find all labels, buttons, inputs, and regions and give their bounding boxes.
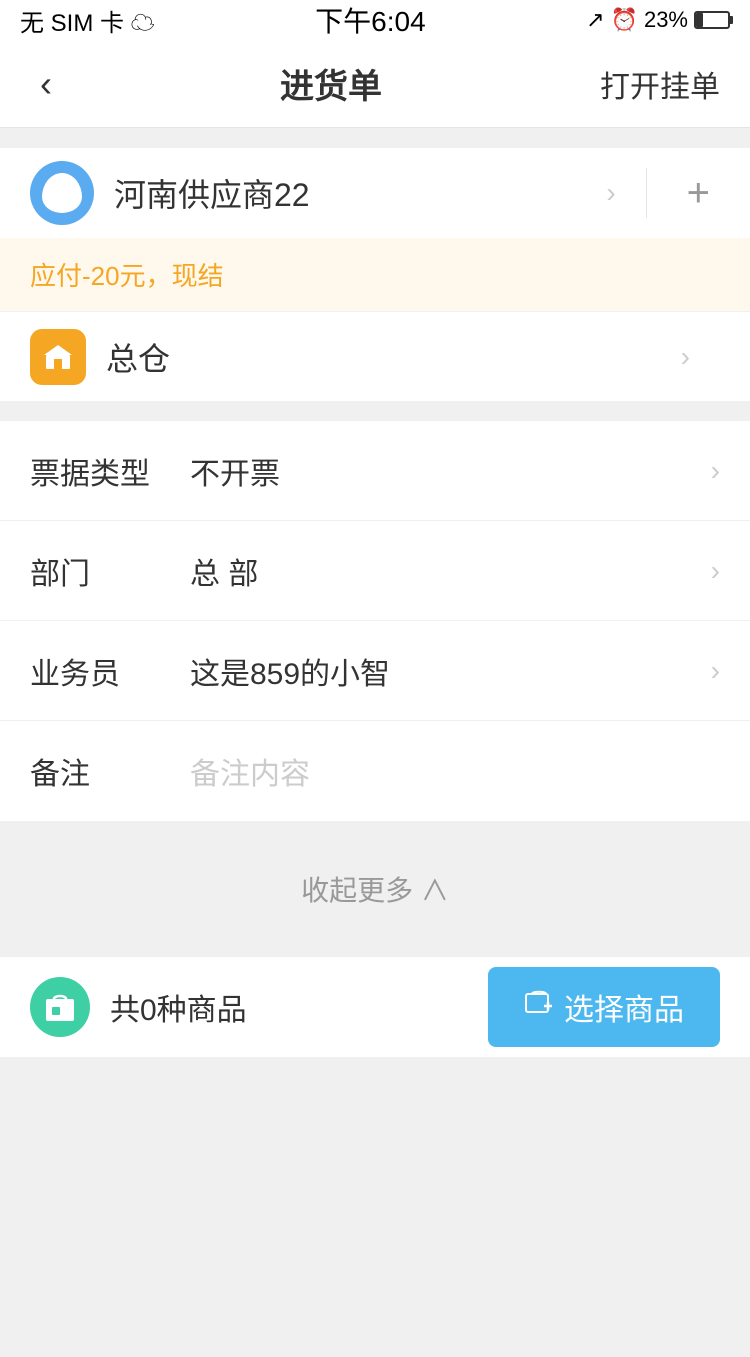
form-section: 票据类型 不开票 › 部门 总 部 › 业务员 这是859的小智 › 备注 备注… (0, 421, 750, 821)
select-product-label: 选择商品 (564, 985, 684, 1029)
battery-icon (694, 11, 730, 29)
battery-percent: 23% (644, 7, 688, 33)
supplier-row[interactable]: 河南供应商22 › + (0, 148, 750, 238)
dept-label: 部门 (30, 549, 170, 593)
invoice-chevron-icon: › (711, 455, 720, 487)
location-icon: ↗ (586, 7, 604, 33)
product-count: 共0种商品 (110, 985, 488, 1029)
sales-value: 这是859的小智 (170, 649, 711, 693)
dept-value: 总 部 (170, 549, 711, 593)
collapse-button[interactable]: 收起更多 ∧ (0, 841, 750, 937)
status-time: 下午6:04 (315, 0, 426, 40)
supplier-chevron-icon: › (606, 177, 615, 209)
supplier-name: 河南供应商22 (114, 170, 606, 216)
alarm-icon: ⏰ (611, 7, 638, 33)
warehouse-icon (30, 329, 86, 385)
warehouse-chevron-icon: › (681, 341, 690, 373)
product-icon (30, 977, 90, 1037)
warehouse-row[interactable]: 总仓 › (0, 311, 750, 401)
bottom-bar: 共0种商品 选择商品 (0, 957, 750, 1057)
invoice-label: 票据类型 (30, 449, 170, 493)
avatar-inner (42, 173, 82, 213)
sales-chevron-icon: › (711, 655, 720, 687)
notice-banner: 应付-20元，现结 (0, 238, 750, 311)
dept-chevron-icon: › (711, 555, 720, 587)
invoice-value: 不开票 (170, 449, 711, 493)
open-pending-button[interactable]: 打开挂单 (600, 62, 720, 106)
supplier-divider (646, 168, 647, 218)
status-right: ↗ ⏰ 23% (586, 7, 730, 33)
status-left: 无 SIM 卡 ☁ (20, 3, 155, 38)
nav-bar: ‹ 进货单 打开挂单 (0, 40, 750, 128)
page-background (0, 1057, 750, 1357)
sales-label: 业务员 (30, 649, 170, 693)
status-bar: 无 SIM 卡 ☁ 下午6:04 ↗ ⏰ 23% (0, 0, 750, 40)
add-supplier-button[interactable]: + (677, 161, 720, 226)
select-product-button[interactable]: 选择商品 (488, 967, 720, 1047)
warehouse-name: 总仓 (106, 334, 681, 380)
select-product-icon (524, 988, 554, 1026)
back-button[interactable]: ‹ (30, 53, 62, 115)
invoice-row[interactable]: 票据类型 不开票 › (0, 421, 750, 521)
network-status: 无 SIM 卡 ☁ (20, 3, 155, 38)
page-title: 进货单 (280, 59, 382, 108)
remark-label: 备注 (30, 749, 170, 793)
avatar (30, 161, 94, 225)
sales-row[interactable]: 业务员 这是859的小智 › (0, 621, 750, 721)
remark-input[interactable]: 备注内容 (170, 749, 720, 793)
supplier-section: 河南供应商22 › + 应付-20元，现结 (0, 148, 750, 311)
dept-row[interactable]: 部门 总 部 › (0, 521, 750, 621)
section-gap-1 (0, 128, 750, 148)
remark-row[interactable]: 备注 备注内容 (0, 721, 750, 821)
